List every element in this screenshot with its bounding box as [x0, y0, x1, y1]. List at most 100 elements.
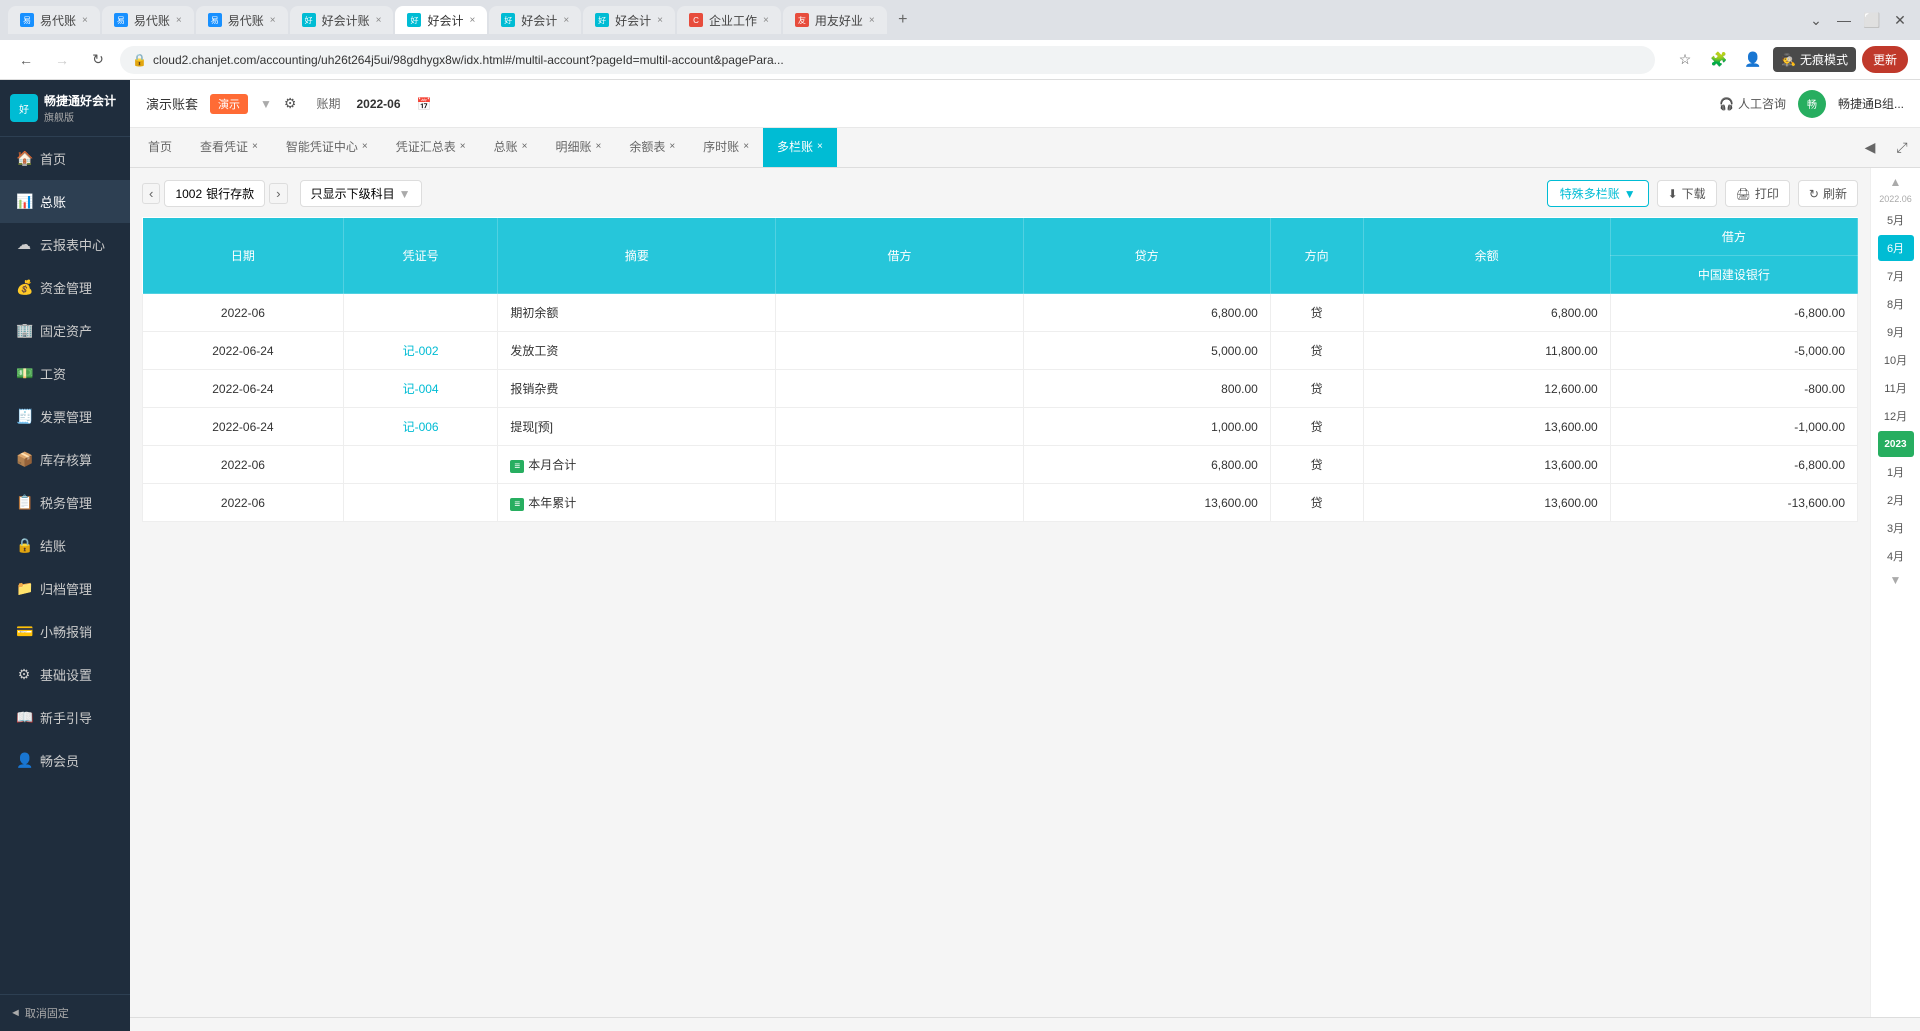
tab-3-close[interactable]: × [270, 15, 276, 26]
unpin-button[interactable]: ◄ 取消固定 [10, 1005, 120, 1021]
special-columns-button[interactable]: 特殊多栏账 ▼ [1547, 180, 1649, 207]
account-next-button[interactable]: › [269, 183, 287, 204]
tab-5-close[interactable]: × [469, 15, 475, 26]
tab-multi-column[interactable]: 多栏账 × [763, 128, 837, 167]
tab-detail-ledger[interactable]: 明细账 × [541, 128, 615, 167]
sidebar-item-fixed-assets[interactable]: 🏢 固定资产 [0, 309, 130, 352]
cal-month-nov[interactable]: 11月 [1878, 375, 1914, 401]
browser-tab-2[interactable]: 易 易代账 × [102, 6, 194, 34]
browser-tab-4[interactable]: 好 好会计账 × [290, 6, 394, 34]
user-avatar[interactable]: 畅 [1798, 90, 1826, 118]
account-prev-button[interactable]: ‹ [142, 183, 160, 204]
print-button[interactable]: 🖨 打印 [1725, 180, 1790, 207]
sidebar-item-close-account[interactable]: 🔒 结账 [0, 524, 130, 567]
browser-tab-3[interactable]: 易 易代账 × [196, 6, 288, 34]
sidebar-item-settings[interactable]: ⚙ 基础设置 [0, 653, 130, 696]
horizontal-scrollbar[interactable] [130, 1017, 1920, 1031]
sidebar-item-tax[interactable]: 📋 税务管理 [0, 481, 130, 524]
cal-month-feb[interactable]: 2月 [1878, 487, 1914, 513]
sidebar-item-archive-label: 归档管理 [40, 579, 92, 598]
sidebar-item-archive[interactable]: 📁 归档管理 [0, 567, 130, 610]
cal-month-mar[interactable]: 3月 [1878, 515, 1914, 541]
tab-detail-ledger-close[interactable]: × [595, 141, 601, 152]
extension-icon[interactable]: 🧩 [1705, 46, 1733, 74]
tab-smart-voucher-close[interactable]: × [362, 141, 368, 152]
reload-button[interactable]: ↻ [84, 46, 112, 74]
sidebar-item-payroll[interactable]: 💵 工资 [0, 352, 130, 395]
tab-balance-close[interactable]: × [669, 141, 675, 152]
tab-voucher-summary[interactable]: 凭证汇总表 × [382, 128, 480, 167]
cal-month-dec[interactable]: 12月 [1878, 403, 1914, 429]
calendar-icon[interactable]: 📅 [417, 97, 432, 111]
tab-6-close[interactable]: × [563, 15, 569, 26]
sidebar-item-home[interactable]: 🏠 首页 [0, 137, 130, 180]
tab-general-ledger-close[interactable]: × [522, 141, 528, 152]
calendar-scroll-up[interactable]: ▲ [1878, 172, 1914, 192]
expand-panel-button[interactable]: ⤢ [1888, 134, 1916, 162]
sidebar-item-member[interactable]: 👤 畅会员 [0, 739, 130, 782]
back-button[interactable]: ← [12, 46, 40, 74]
new-tab-button[interactable]: + [889, 6, 917, 34]
tab-balance[interactable]: 余额表 × [615, 128, 689, 167]
browser-tab-1[interactable]: 易 易代账 × [8, 6, 100, 34]
sidebar-item-general-ledger[interactable]: 📊 总账 [0, 180, 130, 223]
cal-month-jul[interactable]: 7月 [1878, 263, 1914, 289]
cal-month-may[interactable]: 5月 [1878, 207, 1914, 233]
sidebar-item-invoice[interactable]: 🧾 发票管理 [0, 395, 130, 438]
cal-month-apr[interactable]: 4月 [1878, 543, 1914, 569]
account-selector[interactable]: 1002 银行存款 [164, 180, 265, 207]
download-button[interactable]: ⬇ 下载 [1657, 180, 1717, 207]
tab-general-ledger[interactable]: 总账 × [480, 128, 542, 167]
tab-list-button[interactable]: ⌄ [1804, 8, 1828, 32]
calendar-scroll-down[interactable]: ▼ [1878, 570, 1914, 590]
minimize-button[interactable]: — [1832, 8, 1856, 32]
tab-voucher-summary-close[interactable]: × [460, 141, 466, 152]
sidebar-item-fund[interactable]: 💰 资金管理 [0, 266, 130, 309]
maximize-button[interactable]: ⬜ [1860, 8, 1884, 32]
browser-tab-9[interactable]: 友 用友好业 × [783, 6, 887, 34]
tab-home[interactable]: 首页 [134, 128, 186, 167]
url-bar[interactable]: 🔒 cloud2.chanjet.com/accounting/uh26t264… [120, 46, 1655, 74]
close-window-button[interactable]: ✕ [1888, 8, 1912, 32]
cell-voucher-no[interactable]: 记-006 [343, 408, 498, 446]
browser-tab-5[interactable]: 好 好会计 × [395, 6, 487, 34]
update-button[interactable]: 更新 [1862, 46, 1908, 73]
bookmark-icon[interactable]: ☆ [1671, 46, 1699, 74]
cal-month-jan[interactable]: 1月 [1878, 459, 1914, 485]
browser-tab-8[interactable]: C 企业工作 × [677, 6, 781, 34]
cell-voucher-no[interactable]: 记-004 [343, 370, 498, 408]
cal-month-jun[interactable]: 6月 [1878, 235, 1914, 261]
tab-voucher-view-close[interactable]: × [252, 141, 258, 152]
tab-sequence-close[interactable]: × [743, 141, 749, 152]
sidebar-item-expense[interactable]: 💳 小畅报销 [0, 610, 130, 653]
refresh-button[interactable]: ↻ 刷新 [1798, 180, 1858, 207]
tab-7-close[interactable]: × [657, 15, 663, 26]
tab-9-close[interactable]: × [869, 15, 875, 26]
tab-4-close[interactable]: × [376, 15, 382, 26]
cal-month-oct[interactable]: 10月 [1878, 347, 1914, 373]
browser-tab-6[interactable]: 好 好会计 × [489, 6, 581, 34]
tab-smart-voucher[interactable]: 智能凭证中心 × [272, 128, 382, 167]
tab-2-close[interactable]: × [176, 15, 182, 26]
cal-month-sep[interactable]: 9月 [1878, 319, 1914, 345]
cell-voucher-no[interactable]: 记-002 [343, 332, 498, 370]
cal-month-aug[interactable]: 8月 [1878, 291, 1914, 317]
tab-sequence[interactable]: 序时账 × [689, 128, 763, 167]
filter-dropdown[interactable]: 只显示下级科目 ▼ [300, 180, 422, 207]
sidebar-item-inventory[interactable]: 📦 库存核算 [0, 438, 130, 481]
dropdown-arrow[interactable]: ▼ [260, 97, 272, 111]
sidebar-item-guide[interactable]: 📖 新手引导 [0, 696, 130, 739]
settings-button[interactable]: ⚙ [284, 95, 297, 112]
table-body: 2022-06期初余额6,800.00贷6,800.00-6,800.00202… [143, 294, 1858, 522]
collapse-panel-button[interactable]: ◀ [1856, 134, 1884, 162]
incognito-button[interactable]: 🕵 无痕模式 [1773, 47, 1856, 72]
tab-1-close[interactable]: × [82, 15, 88, 26]
tab-voucher-view[interactable]: 查看凭证 × [186, 128, 272, 167]
browser-tab-7[interactable]: 好 好会计 × [583, 6, 675, 34]
tab-multi-column-close[interactable]: × [817, 141, 823, 152]
consult-button[interactable]: 🎧 人工咨询 [1719, 95, 1786, 112]
profile-icon[interactable]: 👤 [1739, 46, 1767, 74]
sidebar-item-cloud-report[interactable]: ☁ 云报表中心 [0, 223, 130, 266]
tab-8-close[interactable]: × [763, 15, 769, 26]
forward-button[interactable]: → [48, 46, 76, 74]
